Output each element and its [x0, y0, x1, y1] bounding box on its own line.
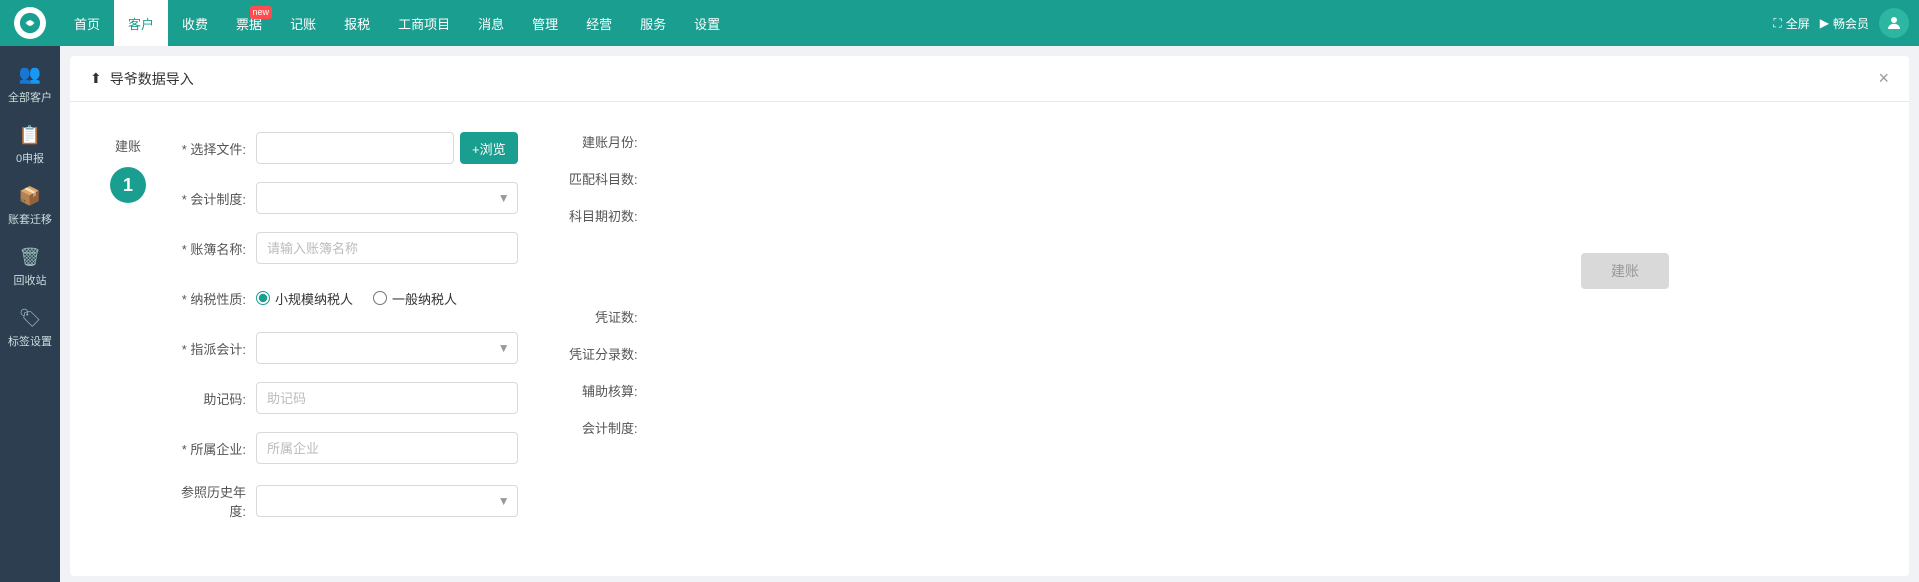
sidebar-item-tag-settings[interactable]: 🏷 标签设置 [2, 300, 58, 357]
memo-row: 助记码: [166, 382, 518, 414]
accounting-system-select[interactable]: 小企业会计准则 企业会计准则 行政事业单位 [256, 182, 518, 214]
match-subjects-row: 匹配科目数: [558, 169, 1869, 188]
reference-year-select-wrap: ▼ [256, 485, 518, 517]
ledger-name-row: * 账簿名称: [166, 232, 518, 264]
assigned-accountant-select-wrap: ▼ [256, 332, 518, 364]
tax-type-label: * 纳税性质: [166, 289, 256, 308]
step-badge: 1 [110, 167, 146, 203]
nav-services[interactable]: 服务 [626, 0, 680, 46]
file-input-field[interactable] [256, 132, 454, 164]
step-section-label: 建账 [115, 136, 141, 155]
upload-icon: ⬆ [90, 70, 102, 87]
fullscreen-btn[interactable]: ⛶ 全屏 [1773, 15, 1809, 32]
right-accounting-system-row: 会计制度: [558, 418, 1869, 437]
panel-body: 建账 1 * 选择文件: +浏览 [70, 102, 1909, 568]
zero-declaration-icon: 📋 [19, 125, 41, 146]
nav-tax[interactable]: 报税 [330, 0, 384, 46]
select-file-label: * 选择文件: [166, 139, 256, 158]
nav-fees[interactable]: 收费 [168, 0, 222, 46]
tax-type-radio-group: 小规模纳税人 一般纳税人 [256, 282, 518, 314]
reference-year-select[interactable] [256, 485, 518, 517]
reference-year-row: 参照历史年度: ▼ [166, 482, 518, 520]
left-section: 建账 1 * 选择文件: +浏览 [110, 132, 518, 538]
sidebar-item-account-migration[interactable]: 📦 账套迁移 [2, 178, 58, 235]
tag-settings-icon: 🏷 [19, 308, 42, 329]
assigned-accountant-label: * 指派会计: [166, 339, 256, 358]
nav-bookkeeping[interactable]: 记账 [276, 0, 330, 46]
sidebar-item-zero-declaration[interactable]: 📋 0申报 [2, 117, 58, 174]
account-migration-icon: 📦 [19, 186, 41, 207]
accounting-system-select-wrap: 小企业会计准则 企业会计准则 行政事业单位 ▼ [256, 182, 518, 214]
auxiliary-accounting-label: 辅助核算: [558, 381, 648, 400]
accounting-system-label: * 会计制度: [166, 189, 256, 208]
match-subjects-label: 匹配科目数: [558, 169, 648, 188]
accounting-month-label: 建账月份: [558, 132, 648, 151]
accounting-month-row: 建账月份: [558, 132, 1869, 151]
voucher-count-row: 凭证数: [558, 307, 1869, 326]
fullscreen-icon: ⛶ [1773, 16, 1781, 31]
reference-year-label: 参照历史年度: [166, 482, 256, 520]
create-account-button[interactable]: 建账 [1581, 253, 1669, 289]
nav-invoices[interactable]: 票据 new [222, 0, 276, 46]
nav-home[interactable]: 首页 [60, 0, 114, 46]
memo-input[interactable] [256, 382, 518, 414]
avatar[interactable] [1879, 8, 1909, 38]
auxiliary-accounting-row: 辅助核算: [558, 381, 1869, 400]
ledger-name-input[interactable] [256, 232, 518, 264]
nav-operations[interactable]: 经营 [572, 0, 626, 46]
small-taxpayer-radio[interactable] [256, 291, 270, 305]
select-file-row: * 选择文件: +浏览 [166, 132, 518, 164]
close-button[interactable]: × [1878, 68, 1889, 89]
company-label: * 所属企业: [166, 439, 256, 458]
form-layout: 建账 1 * 选择文件: +浏览 [110, 132, 1869, 538]
right-section: 建账月份: 匹配科目数: 科目期初数: [518, 132, 1869, 538]
recycle-bin-icon: 🗑 [19, 247, 42, 268]
company-row: * 所属企业: [166, 432, 518, 464]
sidebar-item-all-customers[interactable]: 👥 全部客户 [2, 56, 58, 113]
tax-type-row: * 纳税性质: 小规模纳税人 一般纳税人 [166, 282, 518, 314]
accounting-system-row: * 会计制度: 小企业会计准则 企业会计准则 行政事业单位 ▼ [166, 182, 518, 214]
top-navigation: 首页 客户 收费 票据 new 记账 报税 工商项目 消息 管理 经营 服务 设… [0, 0, 1919, 46]
main-layout: 👥 全部客户 📋 0申报 📦 账套迁移 🗑 回收站 🏷 标签设置 ⬆ 导爷 [0, 46, 1919, 582]
step-indicator: 建账 1 [110, 132, 146, 538]
nav-customers[interactable]: 客户 [114, 0, 168, 46]
nav-items: 首页 客户 收费 票据 new 记账 报税 工商项目 消息 管理 经营 服务 设… [60, 0, 1773, 46]
nav-messages[interactable]: 消息 [464, 0, 518, 46]
nav-business-projects[interactable]: 工商项目 [384, 0, 464, 46]
general-taxpayer-radio[interactable] [373, 291, 387, 305]
member-icon: ▶ [1820, 16, 1829, 30]
memo-label: 助记码: [166, 389, 256, 408]
right-accounting-system-label: 会计制度: [558, 418, 648, 437]
voucher-count-label: 凭证数: [558, 307, 648, 326]
initial-balance-label: 科目期初数: [558, 206, 648, 225]
panel-title: ⬆ 导爷数据导入 [90, 69, 194, 89]
voucher-records-label: 凭证分录数: [558, 344, 648, 363]
nav-settings[interactable]: 设置 [680, 0, 734, 46]
new-badge: new [250, 6, 273, 19]
file-input-wrap: +浏览 [256, 132, 518, 164]
browse-button[interactable]: +浏览 [460, 132, 518, 164]
sidebar-item-recycle-bin[interactable]: 🗑 回收站 [2, 239, 58, 296]
submit-area: 建账 [558, 243, 1869, 289]
logo-icon [14, 7, 46, 39]
logo [10, 3, 50, 43]
general-taxpayer-option[interactable]: 一般纳税人 [373, 289, 457, 308]
member-btn[interactable]: ▶ 畅会员 [1820, 15, 1869, 32]
company-input[interactable] [256, 432, 518, 464]
nav-right: ⛶ 全屏 ▶ 畅会员 [1773, 8, 1909, 38]
nav-management[interactable]: 管理 [518, 0, 572, 46]
ledger-name-label: * 账簿名称: [166, 239, 256, 258]
content-area: ⬆ 导爷数据导入 × 建账 1 [60, 46, 1919, 582]
all-customers-icon: 👥 [19, 64, 41, 85]
import-panel: ⬆ 导爷数据导入 × 建账 1 [70, 56, 1909, 576]
initial-balance-row: 科目期初数: [558, 206, 1869, 225]
small-taxpayer-option[interactable]: 小规模纳税人 [256, 289, 353, 308]
assigned-accountant-row: * 指派会计: ▼ [166, 332, 518, 364]
voucher-records-row: 凭证分录数: [558, 344, 1869, 363]
panel-header: ⬆ 导爷数据导入 × [70, 56, 1909, 102]
assigned-accountant-select[interactable] [256, 332, 518, 364]
form-fields: * 选择文件: +浏览 * 会计制度: [166, 132, 518, 538]
sidebar: 👥 全部客户 📋 0申报 📦 账套迁移 🗑 回收站 🏷 标签设置 [0, 46, 60, 582]
